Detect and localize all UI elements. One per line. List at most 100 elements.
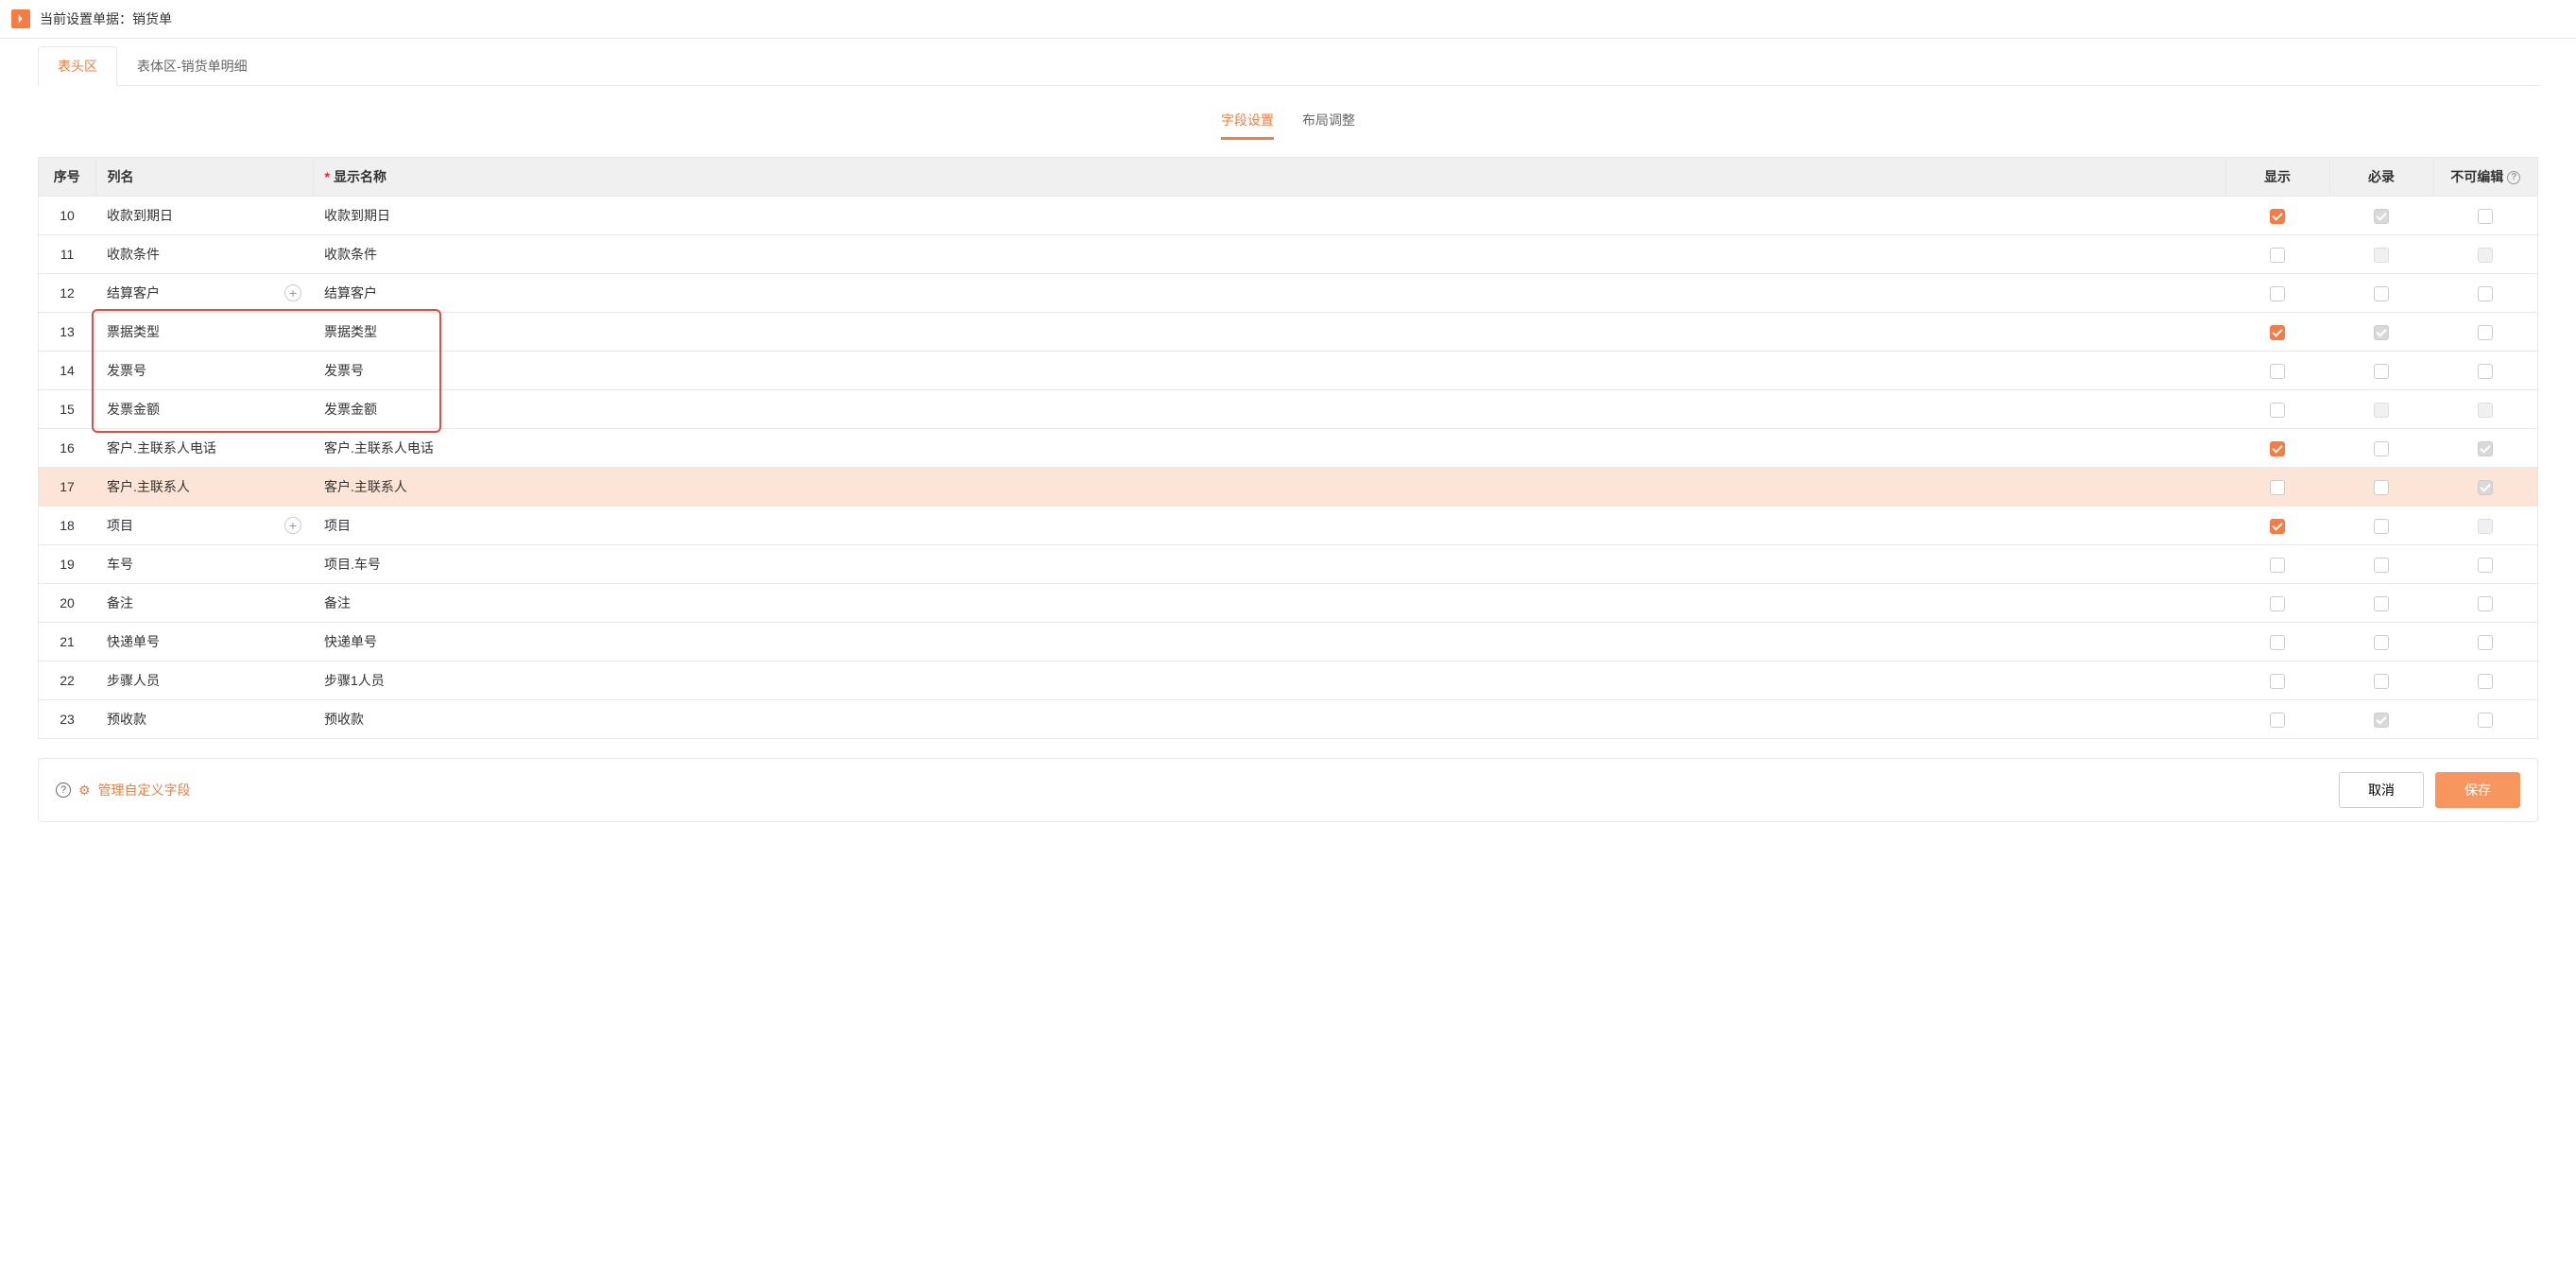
top-tabs: 表头区表体区-销货单明细 (38, 46, 2538, 86)
table-row: 16客户.主联系人电话客户.主联系人电话 (39, 429, 2537, 468)
cell-display-name[interactable]: 客户.主联系人 (313, 468, 2225, 507)
cell-display-name[interactable]: 项目 (313, 507, 2225, 545)
checkbox-readonly[interactable] (2478, 558, 2493, 573)
checkbox-show[interactable] (2270, 558, 2285, 573)
checkbox-required[interactable] (2374, 635, 2389, 650)
checkbox-readonly[interactable] (2478, 325, 2493, 340)
checkbox-required (2374, 248, 2389, 263)
top-tab-1[interactable]: 表体区-销货单明细 (117, 46, 267, 85)
cell-readonly (2433, 235, 2537, 274)
cell-seq: 13 (39, 313, 95, 352)
cell-display-name[interactable]: 发票号 (313, 352, 2225, 390)
checkbox-readonly[interactable] (2478, 209, 2493, 224)
cell-display-name[interactable]: 备注 (313, 584, 2225, 623)
expand-icon[interactable]: + (284, 517, 301, 534)
checkbox-readonly[interactable] (2478, 364, 2493, 379)
checkbox-required[interactable] (2374, 674, 2389, 689)
field-name-label: 备注 (107, 593, 133, 612)
cell-required (2329, 352, 2433, 390)
cell-required (2329, 390, 2433, 429)
cell-show (2225, 700, 2329, 739)
checkbox-show[interactable] (2270, 480, 2285, 495)
checkbox-required[interactable] (2374, 480, 2389, 495)
cell-name: 步骤人员 (95, 662, 313, 700)
cell-name: 客户.主联系人电话 (95, 429, 313, 468)
checkbox-required[interactable] (2374, 558, 2389, 573)
expand-icon[interactable]: + (284, 284, 301, 301)
cell-display-name[interactable]: 票据类型 (313, 313, 2225, 352)
checkbox-readonly (2478, 519, 2493, 534)
checkbox-show[interactable] (2270, 441, 2285, 456)
question-icon[interactable]: ? (56, 782, 71, 798)
checkbox-show[interactable] (2270, 713, 2285, 728)
cell-display-name[interactable]: 结算客户 (313, 274, 2225, 313)
cell-display-name[interactable]: 项目.车号 (313, 545, 2225, 584)
checkbox-readonly[interactable] (2478, 674, 2493, 689)
checkbox-readonly[interactable] (2478, 635, 2493, 650)
checkbox-show[interactable] (2270, 286, 2285, 301)
cell-display-name[interactable]: 收款到期日 (313, 197, 2225, 235)
cell-show (2225, 313, 2329, 352)
checkbox-required[interactable] (2374, 364, 2389, 379)
save-button[interactable]: 保存 (2435, 772, 2520, 808)
checkbox-readonly (2478, 480, 2493, 495)
cell-show (2225, 507, 2329, 545)
cell-name: 结算客户+ (95, 274, 313, 313)
cell-display-name[interactable]: 收款条件 (313, 235, 2225, 274)
chevron-right-icon (15, 13, 26, 25)
cell-required (2329, 313, 2433, 352)
checkbox-required[interactable] (2374, 519, 2389, 534)
sub-tabs: 字段设置布局调整 (38, 86, 2538, 140)
table-row: 15发票金额发票金额 (39, 390, 2537, 429)
gear-icon: ⚙ (78, 782, 91, 799)
checkbox-required[interactable] (2374, 441, 2389, 456)
cell-display-name[interactable]: 步骤1人员 (313, 662, 2225, 700)
cell-required (2329, 197, 2433, 235)
checkbox-show[interactable] (2270, 519, 2285, 534)
cell-show (2225, 429, 2329, 468)
checkbox-show[interactable] (2270, 674, 2285, 689)
cancel-button[interactable]: 取消 (2339, 772, 2424, 808)
top-tab-0[interactable]: 表头区 (38, 46, 117, 85)
cell-readonly (2433, 429, 2537, 468)
table-row: 21快递单号快递单号 (39, 623, 2537, 662)
cell-seq: 17 (39, 468, 95, 507)
toggle-panel-button[interactable] (11, 9, 30, 28)
checkbox-show[interactable] (2270, 596, 2285, 611)
cell-seq: 10 (39, 197, 95, 235)
cell-readonly (2433, 352, 2537, 390)
manage-custom-fields-link[interactable]: 管理自定义字段 (98, 781, 191, 799)
checkbox-readonly[interactable] (2478, 713, 2493, 728)
cell-required (2329, 545, 2433, 584)
cell-seq: 11 (39, 235, 95, 274)
checkbox-required[interactable] (2374, 286, 2389, 301)
checkbox-show[interactable] (2270, 364, 2285, 379)
cell-name: 备注 (95, 584, 313, 623)
cell-required (2329, 235, 2433, 274)
help-icon[interactable]: ? (2507, 171, 2520, 184)
cell-required (2329, 662, 2433, 700)
field-table: 序号 列名 *显示名称 显示 必录 不可编辑? 10收款到期日收款到期日11收款… (38, 157, 2538, 739)
checkbox-readonly[interactable] (2478, 596, 2493, 611)
checkbox-required (2374, 713, 2389, 728)
cell-display-name[interactable]: 预收款 (313, 700, 2225, 739)
sub-tab-0[interactable]: 字段设置 (1221, 103, 1274, 140)
sub-tab-1[interactable]: 布局调整 (1302, 103, 1355, 140)
footer-left: ? ⚙ 管理自定义字段 (56, 781, 191, 799)
cell-display-name[interactable]: 客户.主联系人电话 (313, 429, 2225, 468)
cell-seq: 16 (39, 429, 95, 468)
checkbox-show[interactable] (2270, 248, 2285, 263)
table-row: 14发票号发票号 (39, 352, 2537, 390)
checkbox-show[interactable] (2270, 209, 2285, 224)
checkbox-readonly[interactable] (2478, 286, 2493, 301)
checkbox-show[interactable] (2270, 403, 2285, 418)
cell-display-name[interactable]: 发票金额 (313, 390, 2225, 429)
checkbox-required[interactable] (2374, 596, 2389, 611)
header-title-prefix: 当前设置单据： (40, 9, 132, 28)
cell-display-name[interactable]: 快递单号 (313, 623, 2225, 662)
table-row: 19车号项目.车号 (39, 545, 2537, 584)
checkbox-show[interactable] (2270, 635, 2285, 650)
checkbox-readonly (2478, 441, 2493, 456)
checkbox-show[interactable] (2270, 325, 2285, 340)
checkbox-required (2374, 403, 2389, 418)
